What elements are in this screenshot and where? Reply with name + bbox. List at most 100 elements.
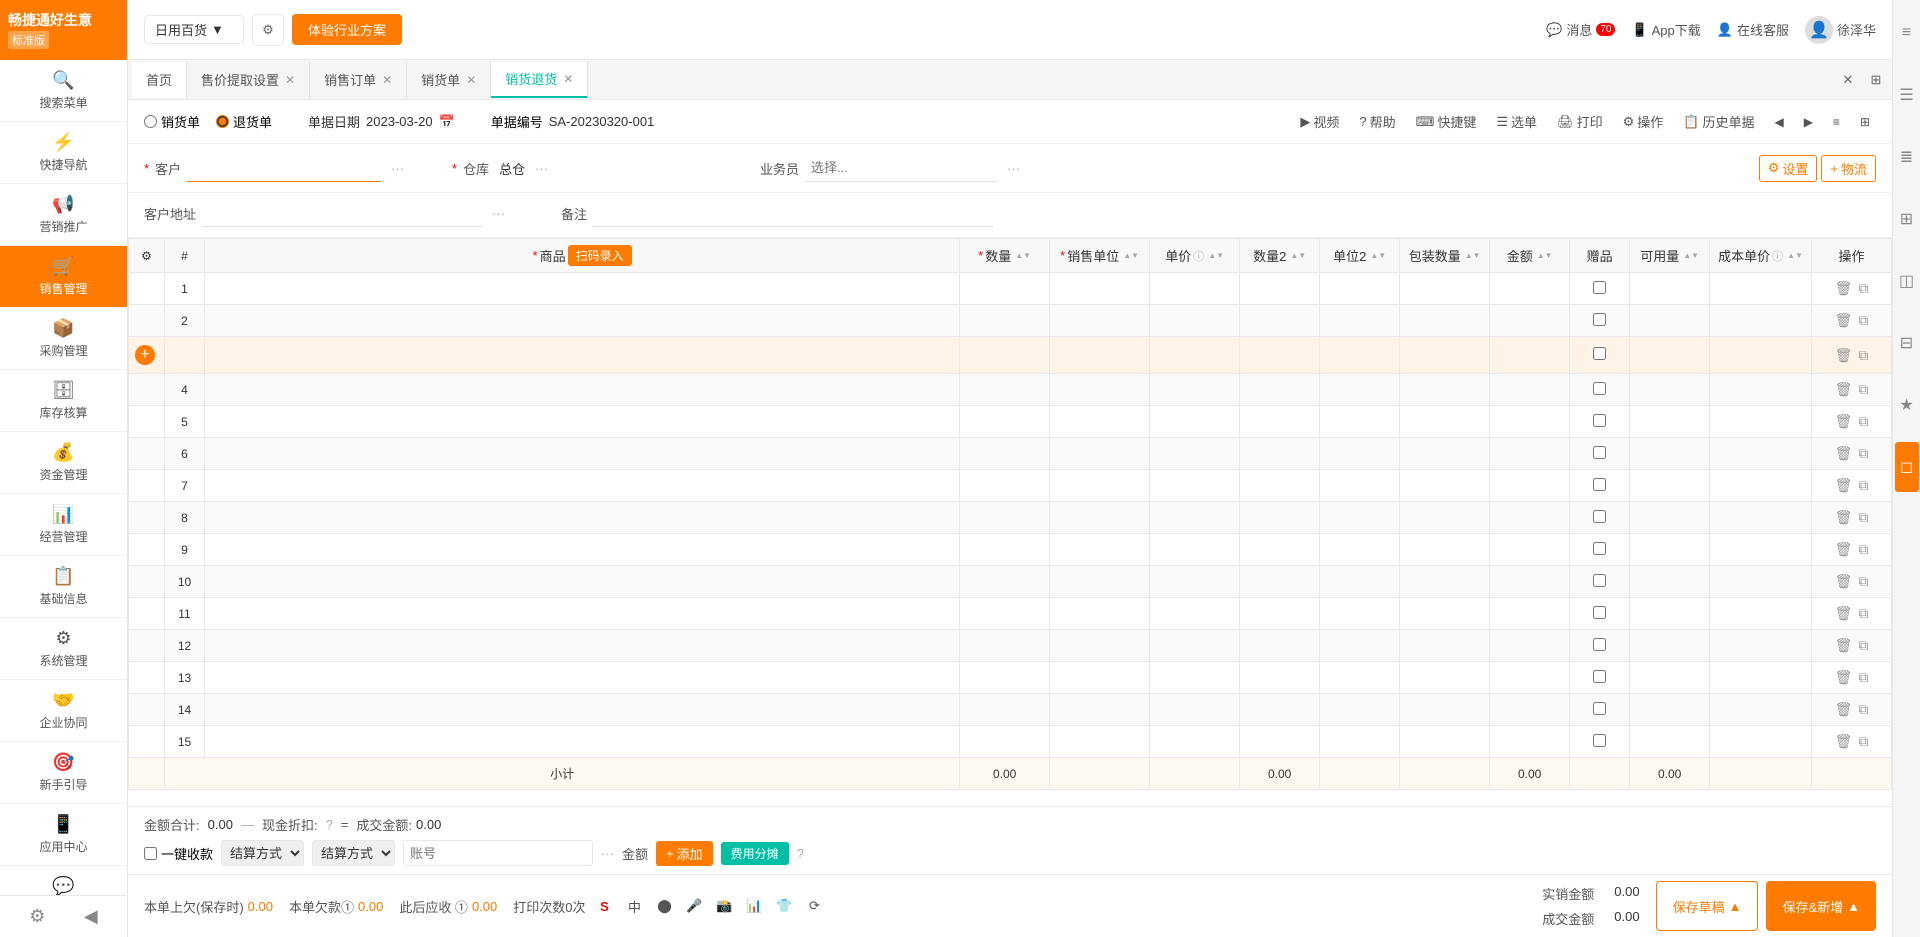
radio-delivery-input[interactable]: [144, 115, 157, 128]
gift-checkbox[interactable]: [1593, 313, 1606, 326]
toolbar-icon-1[interactable]: S: [591, 893, 617, 919]
gift-checkbox[interactable]: [1593, 281, 1606, 294]
delete-row-icon[interactable]: 🗑: [1835, 701, 1853, 718]
print-button[interactable]: 🖨 打印: [1551, 110, 1609, 133]
gift-checkbox[interactable]: [1593, 347, 1606, 360]
toolbar-icon-8[interactable]: ⟳: [801, 893, 827, 919]
copy-row-icon[interactable]: ⧉: [1858, 477, 1868, 494]
save-new-button[interactable]: 保存&新增 ▲: [1766, 881, 1876, 931]
copy-row-icon[interactable]: ⧉: [1858, 541, 1868, 558]
delete-row-icon[interactable]: 🗑: [1835, 280, 1853, 297]
product-input-cell[interactable]: [205, 337, 960, 374]
gift-checkbox[interactable]: [1593, 446, 1606, 459]
experience-button[interactable]: 体验行业方案: [292, 14, 402, 45]
unit-price-cell[interactable]: [1150, 337, 1240, 374]
qty-cell[interactable]: [960, 273, 1050, 305]
right-panel-item-8[interactable]: ◻: [1895, 442, 1919, 492]
scan-input-button[interactable]: 扫码录入: [568, 245, 632, 266]
copy-row-icon[interactable]: ⧉: [1858, 509, 1868, 526]
table-settings-col[interactable]: ⚙: [129, 239, 165, 273]
gift-checkbox[interactable]: [1593, 670, 1606, 683]
right-panel-item-5[interactable]: ◫: [1895, 256, 1919, 306]
list-view-button[interactable]: ≡: [1827, 113, 1846, 131]
radio-delivery[interactable]: 销货单: [144, 112, 200, 131]
staff-input[interactable]: [805, 154, 997, 182]
gift-checkbox[interactable]: [1593, 606, 1606, 619]
prev-button[interactable]: ◀: [1768, 113, 1789, 131]
right-panel-item-3[interactable]: ≣: [1895, 132, 1919, 182]
amount-cell[interactable]: [1490, 337, 1570, 374]
delete-row-icon[interactable]: 🗑: [1835, 541, 1853, 558]
save-draft-button[interactable]: 保存草稿 ▲: [1656, 881, 1759, 931]
select-button[interactable]: ☰ 选单: [1490, 110, 1543, 133]
pack-qty-cell[interactable]: [1400, 337, 1490, 374]
daily-goods-select[interactable]: 日用百货 ▼: [144, 15, 244, 44]
cost-price-sort-icon[interactable]: ▲▼: [1787, 252, 1803, 260]
gift-cell[interactable]: [1570, 305, 1630, 337]
delete-row-icon[interactable]: 🗑: [1835, 347, 1853, 364]
gift-checkbox[interactable]: [1593, 702, 1606, 715]
close-tab-sales-return[interactable]: ✕: [563, 72, 573, 86]
tab-price-settings[interactable]: 售价提取设置 ✕: [187, 62, 310, 98]
toolbar-icon-6[interactable]: 📊: [741, 893, 767, 919]
delete-row-icon[interactable]: 🗑: [1835, 509, 1853, 526]
available-cell[interactable]: [1630, 273, 1710, 305]
gift-cell[interactable]: [1570, 337, 1630, 374]
qty-cell[interactable]: [960, 337, 1050, 374]
sales-unit-sort-icon[interactable]: ▲▼: [1123, 252, 1139, 260]
unit2-cell[interactable]: [1320, 273, 1400, 305]
one-click-pay-checkbox[interactable]: [144, 847, 157, 860]
delete-row-icon[interactable]: 🗑: [1835, 312, 1853, 329]
sidebar-item-wechat[interactable]: 💬 企业微信: [0, 866, 127, 895]
copy-row-icon[interactable]: ⧉: [1858, 733, 1868, 750]
user-profile[interactable]: 👤 徐泽华: [1805, 16, 1876, 44]
delete-row-icon[interactable]: 🗑: [1835, 669, 1853, 686]
customer-input[interactable]: [187, 154, 381, 182]
cost-price-cell[interactable]: [1710, 273, 1812, 305]
row-add-btn-cell[interactable]: +: [129, 337, 165, 374]
unit2-cell[interactable]: [1320, 337, 1400, 374]
close-tab-sales-delivery[interactable]: ✕: [466, 73, 476, 87]
radio-return[interactable]: 退货单: [216, 112, 272, 131]
sales-unit-cell[interactable]: [1050, 273, 1150, 305]
right-panel-item-1[interactable]: ≡: [1895, 8, 1919, 58]
sidebar-settings-icon[interactable]: ⚙: [29, 906, 45, 927]
gift-checkbox[interactable]: [1593, 478, 1606, 491]
gift-checkbox[interactable]: [1593, 542, 1606, 555]
cost-price-cell[interactable]: [1710, 337, 1812, 374]
available-sort-icon[interactable]: ▲▼: [1683, 252, 1699, 260]
right-panel-item-6[interactable]: ⊟: [1895, 318, 1919, 368]
online-service-button[interactable]: 👤 在线客服: [1717, 20, 1789, 39]
toolbar-icon-7[interactable]: 👕: [771, 893, 797, 919]
copy-row-icon[interactable]: ⧉: [1858, 669, 1868, 686]
help-button[interactable]: ? 帮助: [1353, 110, 1401, 133]
video-button[interactable]: ▶ 视频: [1294, 110, 1345, 133]
tab-sales-return[interactable]: 销货退货 ✕: [491, 62, 588, 98]
calendar-icon[interactable]: 📅: [439, 114, 455, 130]
sidebar-item-system[interactable]: ⚙ 系统管理: [0, 618, 127, 680]
calc-method-select[interactable]: 结算方式: [312, 840, 395, 866]
copy-row-icon[interactable]: ⧉: [1858, 701, 1868, 718]
one-click-pay-checkbox-label[interactable]: 一键收款: [144, 844, 213, 863]
sidebar-item-marketing[interactable]: 📢 营销推广: [0, 184, 127, 246]
sales-unit-cell[interactable]: [1050, 305, 1150, 337]
qty2-cell[interactable]: [1240, 273, 1320, 305]
unit-price-cell[interactable]: [1150, 305, 1240, 337]
cost-price-cell[interactable]: [1710, 305, 1812, 337]
staff-picker-icon[interactable]: ···: [1007, 161, 1020, 176]
toolbar-icon-2[interactable]: 中: [621, 893, 647, 919]
toolbar-icon-4[interactable]: 🎤: [681, 893, 707, 919]
add-expense-button[interactable]: + 添加: [656, 841, 713, 866]
tab-home[interactable]: 首页: [132, 62, 187, 98]
delete-row-icon[interactable]: 🗑: [1835, 413, 1853, 430]
history-button[interactable]: 📋 历史单据: [1677, 110, 1760, 133]
sidebar-collapse-icon[interactable]: ◀: [84, 906, 98, 927]
qty-sort-icon[interactable]: ▲▼: [1015, 252, 1031, 260]
message-button[interactable]: 💬 消息 70: [1546, 20, 1615, 39]
sidebar-item-sales[interactable]: 🛒 销售管理: [0, 246, 127, 308]
copy-row-icon[interactable]: ⧉: [1858, 573, 1868, 590]
tab-sales-delivery[interactable]: 销货单 ✕: [407, 62, 491, 98]
add-row-button[interactable]: +: [135, 345, 155, 365]
close-all-tabs-button[interactable]: ✕: [1836, 68, 1860, 92]
sidebar-item-purchase[interactable]: 📦 采购管理: [0, 308, 127, 370]
